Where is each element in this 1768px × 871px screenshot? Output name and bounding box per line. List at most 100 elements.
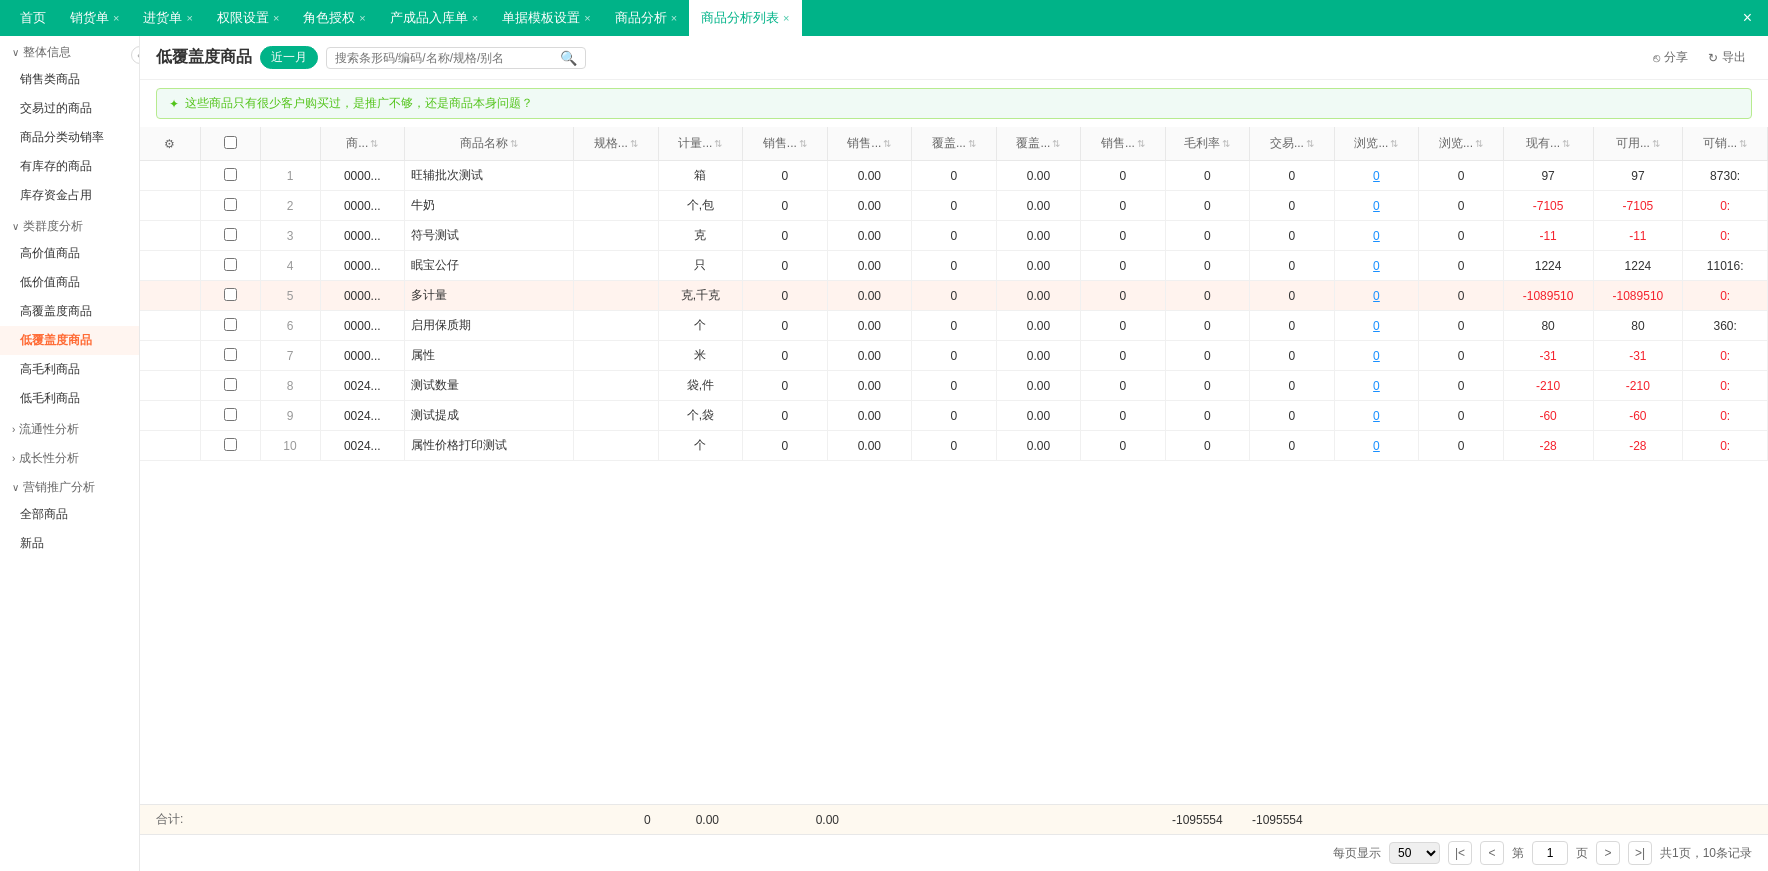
cell-code: 0000... [320, 221, 405, 251]
cell-sales-qty: 0 [743, 401, 828, 431]
page-label: 第 [1512, 845, 1524, 862]
cell-checkbox[interactable] [200, 161, 260, 191]
close-icon[interactable]: × [472, 12, 478, 24]
cell-checkbox[interactable] [200, 431, 260, 461]
cell-checkbox[interactable] [200, 191, 260, 221]
select-all-checkbox[interactable] [224, 136, 237, 149]
cell-settings [140, 251, 200, 281]
nav-permission[interactable]: 权限设置 × [205, 0, 291, 36]
sidebar-item-low-coverage[interactable]: 低覆盖度商品 [0, 326, 139, 355]
row-checkbox[interactable] [224, 168, 237, 181]
close-icon[interactable]: × [113, 12, 119, 24]
row-checkbox[interactable] [224, 228, 237, 241]
sidebar-item-new-products[interactable]: 新品 [0, 529, 139, 558]
cell-spec [574, 311, 659, 341]
row-checkbox[interactable] [224, 288, 237, 301]
export-icon: ↻ [1708, 51, 1718, 65]
row-checkbox[interactable] [224, 348, 237, 361]
cell-sales-amt: 0.00 [827, 341, 912, 371]
nav-role[interactable]: 角色授权 × [291, 0, 377, 36]
sidebar-item-high-coverage[interactable]: 高覆盖度商品 [0, 297, 139, 326]
cell-checkbox[interactable] [200, 281, 260, 311]
row-checkbox[interactable] [224, 258, 237, 271]
cell-checkbox[interactable] [200, 341, 260, 371]
table-container[interactable]: ⚙ 商...⇅ 商品名称⇅ 规格...⇅ 计量...⇅ 销售...⇅ 销售...… [140, 127, 1768, 804]
last-page-button[interactable]: >| [1628, 841, 1652, 865]
row-checkbox[interactable] [224, 378, 237, 391]
cell-browse-a[interactable]: 0 [1334, 251, 1419, 281]
th-settings[interactable]: ⚙ [140, 127, 200, 161]
sidebar: « ∨ 整体信息 销售类商品 交易过的商品 商品分类动销率 有库存的商品 库存资… [0, 36, 140, 871]
cell-sales-amt: 0.00 [827, 281, 912, 311]
row-checkbox[interactable] [224, 438, 237, 451]
nav-purchase[interactable]: 进货单 × [131, 0, 204, 36]
page-of-label: 页 [1576, 845, 1588, 862]
sidebar-item-low-value[interactable]: 低价值商品 [0, 268, 139, 297]
page-input[interactable] [1532, 841, 1568, 865]
row-checkbox[interactable] [224, 198, 237, 211]
cell-sales-qty: 0 [743, 281, 828, 311]
close-icon[interactable]: × [671, 12, 677, 24]
cell-trade: 0 [1250, 371, 1335, 401]
cell-browse-a[interactable]: 0 [1334, 341, 1419, 371]
search-icon[interactable]: 🔍 [560, 50, 577, 66]
cell-browse-a[interactable]: 0 [1334, 311, 1419, 341]
cell-browse-a[interactable]: 0 [1334, 281, 1419, 311]
close-icon[interactable]: × [359, 12, 365, 24]
sidebar-section-circulation[interactable]: › 流通性分析 [0, 413, 139, 442]
row-checkbox[interactable] [224, 408, 237, 421]
export-button[interactable]: ↻ 导出 [1702, 47, 1752, 68]
cell-browse-a[interactable]: 0 [1334, 371, 1419, 401]
nav-product-analysis[interactable]: 商品分析 × [603, 0, 689, 36]
close-icon[interactable]: × [273, 12, 279, 24]
sidebar-item-category-rate[interactable]: 商品分类动销率 [0, 123, 139, 152]
cell-checkbox[interactable] [200, 251, 260, 281]
sidebar-section-overall[interactable]: ∨ 整体信息 [0, 36, 139, 65]
cell-browse-a[interactable]: 0 [1334, 401, 1419, 431]
nav-sales[interactable]: 销货单 × [58, 0, 131, 36]
cell-checkbox[interactable] [200, 371, 260, 401]
sidebar-item-all-products[interactable]: 全部商品 [0, 500, 139, 529]
cell-spec [574, 341, 659, 371]
sidebar-item-inventory-capital[interactable]: 库存资金占用 [0, 181, 139, 210]
sidebar-item-instock-products[interactable]: 有库存的商品 [0, 152, 139, 181]
cell-browse-a[interactable]: 0 [1334, 161, 1419, 191]
sidebar-section-growth[interactable]: › 成长性分析 [0, 442, 139, 471]
filter-recent-month-button[interactable]: 近一月 [260, 46, 318, 69]
nav-template[interactable]: 单据模板设置 × [490, 0, 602, 36]
cell-cover-b: 0.00 [996, 281, 1081, 311]
cell-browse-b: 0 [1419, 251, 1504, 281]
th-gross-rate: 毛利率⇅ [1165, 127, 1250, 161]
share-button[interactable]: ⎋ 分享 [1647, 47, 1694, 68]
row-checkbox[interactable] [224, 318, 237, 331]
cell-checkbox[interactable] [200, 401, 260, 431]
sidebar-section-cluster[interactable]: ∨ 类群度分析 [0, 210, 139, 239]
close-icon[interactable]: × [584, 12, 590, 24]
close-icon[interactable]: × [186, 12, 192, 24]
nav-product-analysis-list[interactable]: 商品分析列表 × [689, 0, 801, 36]
nav-home[interactable]: 首页 [8, 0, 58, 36]
prev-page-button[interactable]: < [1480, 841, 1504, 865]
sidebar-item-high-value[interactable]: 高价值商品 [0, 239, 139, 268]
sidebar-item-traded-products[interactable]: 交易过的商品 [0, 94, 139, 123]
cell-checkbox[interactable] [200, 311, 260, 341]
nav-product-warehouse[interactable]: 产成品入库单 × [378, 0, 490, 36]
cell-browse-a[interactable]: 0 [1334, 431, 1419, 461]
cell-browse-a[interactable]: 0 [1334, 191, 1419, 221]
sidebar-item-sales-products[interactable]: 销售类商品 [0, 65, 139, 94]
sidebar-item-high-margin[interactable]: 高毛利商品 [0, 355, 139, 384]
cell-available: -210 [1593, 371, 1683, 401]
close-icon[interactable]: × [783, 12, 789, 24]
sidebar-item-low-margin[interactable]: 低毛利商品 [0, 384, 139, 413]
cell-browse-a[interactable]: 0 [1334, 221, 1419, 251]
cell-spec [574, 251, 659, 281]
cell-checkbox[interactable] [200, 221, 260, 251]
first-page-button[interactable]: |< [1448, 841, 1472, 865]
sidebar-section-marketing[interactable]: ∨ 营销推广分析 [0, 471, 139, 500]
search-input[interactable] [335, 51, 560, 65]
cell-sellable: 0: [1683, 371, 1768, 401]
page-size-select[interactable]: 50 10 20 100 [1389, 842, 1440, 864]
nav-close-all-button[interactable]: × [1735, 9, 1760, 27]
next-page-button[interactable]: > [1596, 841, 1620, 865]
cell-current: -210 [1503, 371, 1593, 401]
